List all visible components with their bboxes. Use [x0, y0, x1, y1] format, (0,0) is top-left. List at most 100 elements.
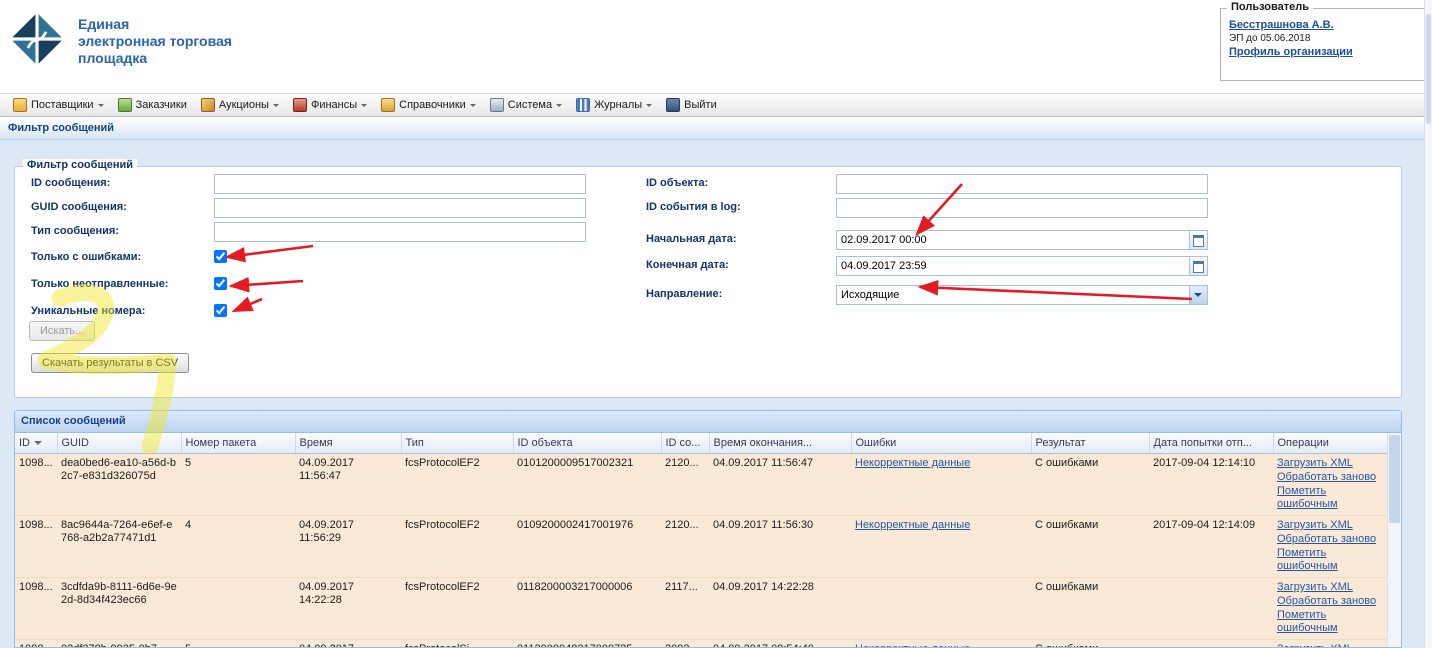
page-scrollbar[interactable]: [1424, 0, 1432, 648]
op-load-xml-link[interactable]: Загрузить XML: [1277, 643, 1384, 647]
error-details-link[interactable]: Некорректные данные: [855, 457, 970, 469]
table-row[interactable]: 1098... 3cdfda9b-8111-6d6e-9e2d-8d34f423…: [15, 577, 1388, 640]
unique-numbers-checkbox[interactable]: [214, 304, 227, 317]
cell-end-time: 04.09.2017 14:22:28: [709, 577, 851, 640]
table-row[interactable]: 1098... dea0bed6-ea10-a56d-b2c7-e831d326…: [15, 453, 1388, 516]
menu-item-system[interactable]: Система: [483, 96, 569, 114]
cell-guid: dea0bed6-ea10-a56d-b2c7-e831d326075d: [57, 453, 181, 516]
op-mark-error-link[interactable]: Пометить ошибочным: [1277, 547, 1384, 573]
cell-type: fcsProtocolEF2: [401, 577, 513, 640]
op-reprocess-link[interactable]: Обработать заново: [1277, 533, 1384, 546]
end-date-calendar-button[interactable]: [1189, 257, 1207, 275]
only-unsent-checkbox[interactable]: [214, 277, 227, 290]
col-header-errors[interactable]: Ошибки: [851, 433, 1032, 454]
calendar-icon: [1193, 235, 1204, 247]
end-date-input[interactable]: [837, 257, 1207, 275]
cell-object-id: 0101200009517002321: [513, 453, 661, 516]
messages-table: ID GUID Номер пакета Время Тип ID объект…: [15, 433, 1389, 647]
col-header-attempt-date[interactable]: Дата попытки отп...: [1149, 433, 1274, 454]
label-message-guid: GUID сообщения:: [31, 201, 127, 213]
op-mark-error-link[interactable]: Пометить ошибочным: [1277, 609, 1384, 635]
only-errors-checkbox[interactable]: [214, 250, 227, 263]
cell-time: 04.09.2017: [295, 639, 401, 647]
label-end-date: Конечная дата:: [646, 259, 729, 271]
menu-item-exit[interactable]: Выйти: [659, 96, 724, 114]
menu-label: Финансы: [310, 99, 358, 111]
cell-object-id: 0109200002417001976: [513, 515, 661, 578]
event-id-input[interactable]: [837, 199, 1207, 217]
col-header-id[interactable]: ID: [15, 433, 58, 454]
table-row[interactable]: 1098... 8ac9644a-7264-e6ef-e768-a2b2a774…: [15, 515, 1388, 578]
menu-item-suppliers[interactable]: Поставщики: [6, 96, 111, 114]
error-details-link[interactable]: Некорректные данные: [855, 519, 970, 531]
op-reprocess-link[interactable]: Обработать заново: [1277, 595, 1384, 608]
grid-scrollbar[interactable]: [1387, 433, 1401, 647]
label-message-type: Тип сообщения:: [31, 225, 119, 237]
col-header-operations[interactable]: Операции: [1273, 433, 1389, 454]
menu-label: Заказчики: [135, 99, 187, 111]
search-button[interactable]: Искать...: [29, 321, 96, 341]
col-header-time[interactable]: Время: [295, 433, 402, 454]
brand-title: Единая электронная торговая площадка: [78, 16, 232, 67]
download-csv-button[interactable]: Скачать результаты в CSV: [31, 353, 190, 373]
cell-time: 04.09.2017 14:22:28: [295, 577, 401, 640]
calendar-icon: [1193, 261, 1204, 273]
start-date-field: [836, 230, 1208, 250]
chevron-down-icon: [646, 103, 653, 107]
org-profile-link[interactable]: Профиль организации: [1229, 45, 1419, 59]
user-cert-info: ЭП до 05.06.2018: [1229, 33, 1311, 44]
journals-icon: [576, 98, 591, 112]
end-date-field: [836, 256, 1208, 276]
menu-item-auctions[interactable]: Аукционы: [194, 96, 286, 114]
col-header-object-id[interactable]: ID объекта: [513, 433, 662, 454]
user-panel: Пользователь Бесстрашнова А.В. ЭП до 05.…: [1220, 1, 1428, 81]
message-guid-input[interactable]: [214, 198, 586, 218]
cell-type: fcsProtocolEF2: [401, 453, 513, 516]
brand-line-1: Единая: [78, 16, 130, 32]
message-type-input[interactable]: [214, 222, 586, 242]
col-header-result[interactable]: Результат: [1031, 433, 1150, 454]
op-load-xml-link[interactable]: Загрузить XML: [1277, 519, 1384, 532]
menu-item-customers[interactable]: Заказчики: [111, 96, 194, 114]
label-only-unsent: Только неотправленные:: [31, 278, 169, 290]
page-scrollbar-thumb[interactable]: [1426, 14, 1431, 124]
op-mark-error-link[interactable]: Пометить ошибочным: [1277, 485, 1384, 511]
system-icon: [489, 98, 504, 112]
cell-attempt-date: [1149, 577, 1273, 640]
cell-errors: Некорректные данные: [851, 639, 1031, 647]
op-load-xml-link[interactable]: Загрузить XML: [1277, 581, 1384, 594]
cell-object-id: 0118200003217000006: [513, 577, 661, 640]
menu-item-finance[interactable]: Финансы: [286, 96, 374, 114]
cell-id-so: 2117...: [661, 577, 709, 640]
col-header-end-time[interactable]: Время окончания...: [709, 433, 852, 454]
direction-select[interactable]: Исходящие: [836, 285, 1208, 305]
chevron-down-icon: [272, 103, 279, 107]
cell-end-time: 04.09.2017 11:56:47: [709, 453, 851, 516]
label-direction: Направление:: [646, 288, 723, 300]
col-header-id-so[interactable]: ID со...: [661, 433, 710, 454]
grid-scrollbar-thumb[interactable]: [1389, 435, 1400, 523]
cell-result: С ошибками: [1031, 453, 1149, 516]
message-id-input[interactable]: [214, 174, 586, 194]
table-row[interactable]: 1098... 02df378b-9925-0b7... 5 04.09.201…: [15, 639, 1388, 647]
start-date-input[interactable]: [837, 231, 1207, 249]
object-id-input[interactable]: [837, 175, 1207, 193]
start-date-calendar-button[interactable]: [1189, 231, 1207, 249]
col-header-type[interactable]: Тип: [401, 433, 514, 454]
op-load-xml-link[interactable]: Загрузить XML: [1277, 457, 1384, 470]
menu-label: Аукционы: [218, 99, 269, 111]
error-details-link[interactable]: Некорректные данные: [855, 643, 970, 647]
chevron-down-icon: [97, 103, 104, 107]
menu-item-directories[interactable]: Справочники: [374, 96, 483, 114]
col-header-guid[interactable]: GUID: [57, 433, 182, 454]
app-window: Единая электронная торговая площадка Пол…: [0, 0, 1432, 648]
col-header-packet[interactable]: Номер пакета: [181, 433, 296, 454]
op-reprocess-link[interactable]: Обработать заново: [1277, 471, 1384, 484]
etp-logo[interactable]: [8, 9, 66, 69]
label-start-date: Начальная дата:: [646, 233, 737, 245]
user-name-link[interactable]: Бесстрашнова А.В.: [1229, 18, 1419, 32]
menu-item-journals[interactable]: Журналы: [569, 96, 659, 114]
cell-packet: [181, 577, 295, 640]
cell-id: 1098...: [15, 515, 57, 578]
direction-dropdown-button[interactable]: [1189, 286, 1207, 304]
